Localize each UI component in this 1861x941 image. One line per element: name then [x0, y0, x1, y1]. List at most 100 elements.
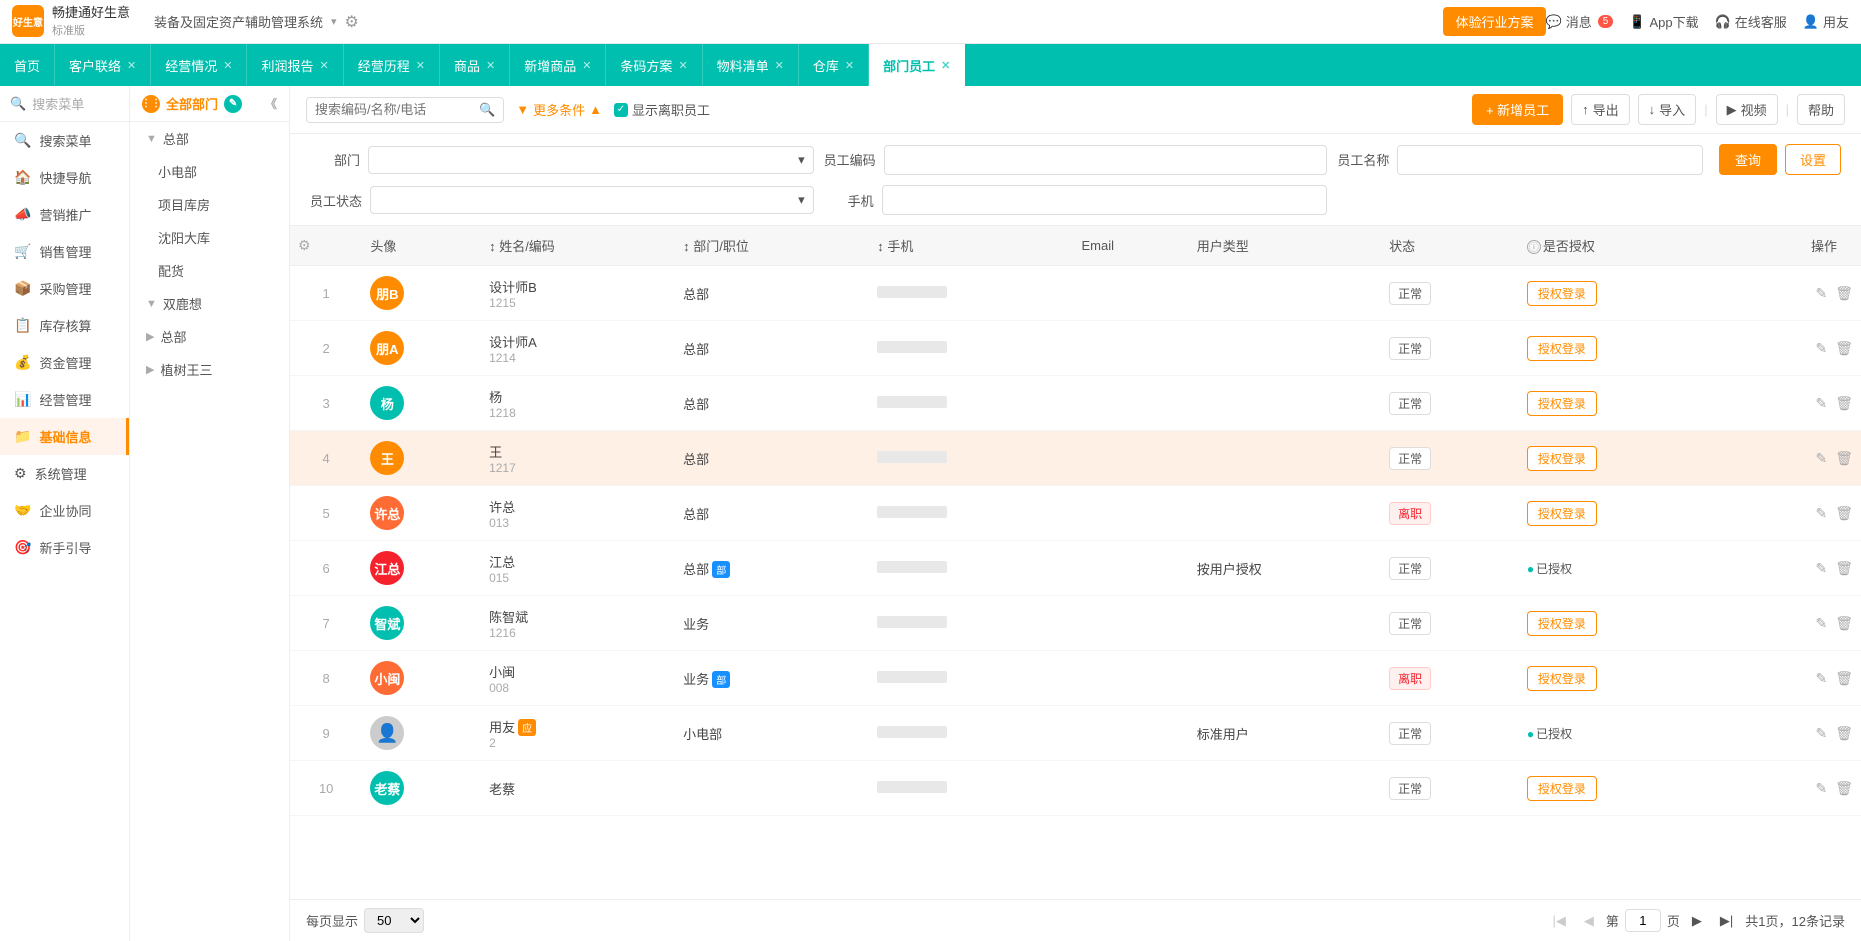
gear-button[interactable]: ⚙ — [345, 12, 359, 32]
dept-item[interactable]: 小电部 — [130, 155, 289, 188]
sidebar-item-system[interactable]: ⚙系统管理 — [0, 455, 129, 492]
edit-icon[interactable]: ✎ — [1815, 780, 1827, 797]
nav-tab-经营历程[interactable]: 经营历程✕ — [344, 44, 440, 86]
nav-tab-条码方案[interactable]: 条码方案✕ — [606, 44, 702, 86]
nav-tab-经营情况[interactable]: 经营情况✕ — [151, 44, 247, 86]
phone-input[interactable] — [882, 185, 1328, 215]
sidebar-item-quick-nav[interactable]: 🏠快捷导航 — [0, 159, 129, 196]
nav-tab-仓库[interactable]: 仓库✕ — [799, 44, 869, 86]
app-download-button[interactable]: 📱 App下载 — [1629, 12, 1698, 31]
delete-icon[interactable]: 🗑 — [1835, 450, 1853, 467]
help-button[interactable]: 帮助 — [1797, 94, 1845, 125]
last-page-btn[interactable]: ▶| — [1714, 911, 1739, 931]
dept-item[interactable]: ▼双鹿想 — [130, 287, 289, 320]
col-name-code[interactable]: ↕ 姓名/编码 — [481, 226, 675, 266]
close-tab-icon[interactable]: ✕ — [582, 59, 591, 72]
edit-icon[interactable]: ✎ — [1815, 285, 1827, 302]
edit-icon[interactable]: ✎ — [1815, 340, 1827, 357]
sidebar-item-purchase[interactable]: 📦采购管理 — [0, 270, 129, 307]
delete-icon[interactable]: 🗑 — [1835, 340, 1853, 357]
page-input[interactable] — [1625, 909, 1661, 932]
delete-icon[interactable]: 🗑 — [1835, 395, 1853, 412]
search-input[interactable] — [315, 102, 475, 117]
nav-tab-部门员工[interactable]: 部门员工✕ — [869, 44, 965, 86]
sidebar-item-operation[interactable]: 📊经营管理 — [0, 381, 129, 418]
close-tab-icon[interactable]: ✕ — [486, 59, 495, 72]
close-tab-icon[interactable]: ✕ — [775, 59, 784, 72]
auth-login-button[interactable]: 授权登录 — [1527, 281, 1597, 306]
close-tab-icon[interactable]: ✕ — [127, 59, 136, 72]
dept-item[interactable]: ▼总部 — [130, 122, 289, 155]
edit-icon[interactable]: ✎ — [1815, 560, 1827, 577]
empstatus-select[interactable]: ▾ — [370, 186, 814, 214]
sidebar-item-finance[interactable]: 💰资金管理 — [0, 344, 129, 381]
sidebar-item-guide[interactable]: 🎯新手引导 — [0, 529, 129, 566]
edit-icon[interactable]: ✎ — [1815, 450, 1827, 467]
close-tab-icon[interactable]: ✕ — [678, 59, 687, 72]
sidebar-item-enterprise[interactable]: 🤝企业协同 — [0, 492, 129, 529]
video-button[interactable]: ▶ 视频 — [1716, 94, 1778, 125]
auth-login-button[interactable]: 授权登录 — [1527, 501, 1597, 526]
sidebar-item-marketing[interactable]: 📣营销推广 — [0, 196, 129, 233]
delete-icon[interactable]: 🗑 — [1835, 285, 1853, 302]
nav-tab-利润报告[interactable]: 利润报告✕ — [247, 44, 343, 86]
sidebar-item-search-menu[interactable]: 🔍搜索菜单 — [0, 122, 129, 159]
dept-item[interactable]: ▶总部 — [130, 320, 289, 353]
nav-tab-物料清单[interactable]: 物料清单✕ — [703, 44, 799, 86]
auth-login-button[interactable]: 授权登录 — [1527, 391, 1597, 416]
edit-icon[interactable]: ✎ — [1815, 395, 1827, 412]
auth-login-button[interactable]: 授权登录 — [1527, 336, 1597, 361]
message-button[interactable]: 💬 消息 5 — [1546, 12, 1614, 31]
query-button[interactable]: 查询 — [1719, 144, 1777, 175]
delete-icon[interactable]: 🗑 — [1835, 560, 1853, 577]
import-button[interactable]: ↓ 导入 — [1638, 94, 1697, 125]
delete-icon[interactable]: 🗑 — [1835, 725, 1853, 742]
col-dept[interactable]: ↕ 部门/职位 — [675, 226, 869, 266]
empcode-input[interactable] — [884, 145, 1328, 175]
col-phone[interactable]: ↕ 手机 — [869, 226, 1073, 266]
export-button[interactable]: ↑ 导出 — [1571, 94, 1630, 125]
dept-item[interactable]: 沈阳大库 — [130, 221, 289, 254]
collapse-dept-icon[interactable]: 《 — [265, 95, 277, 112]
more-filter-button[interactable]: ▼ 更多条件 ▲ — [516, 100, 602, 119]
dept-item[interactable]: 配货 — [130, 254, 289, 287]
per-page-select[interactable]: 50 100 200 — [364, 908, 424, 933]
user-button[interactable]: 👤 用友 — [1803, 12, 1849, 31]
auth-login-button[interactable]: 授权登录 — [1527, 666, 1597, 691]
edit-dept-icon[interactable]: ✎ — [224, 95, 242, 113]
dept-item[interactable]: ▶植树王三 — [130, 353, 289, 386]
prev-page-btn[interactable]: ◀ — [1578, 911, 1600, 931]
next-page-btn[interactable]: ▶ — [1686, 911, 1708, 931]
sidebar-item-sales[interactable]: 🛒销售管理 — [0, 233, 129, 270]
delete-icon[interactable]: 🗑 — [1835, 670, 1853, 687]
first-page-btn[interactable]: |◀ — [1547, 911, 1572, 931]
sidebar-item-basic-info[interactable]: 📁基础信息 — [0, 418, 129, 455]
close-tab-icon[interactable]: ✕ — [223, 59, 232, 72]
close-tab-icon[interactable]: ✕ — [320, 59, 329, 72]
show-resigned-toggle[interactable]: ✓ 显示离职员工 — [614, 100, 710, 119]
auth-login-button[interactable]: 授权登录 — [1527, 611, 1597, 636]
delete-icon[interactable]: 🗑 — [1835, 615, 1853, 632]
trial-button[interactable]: 体验行业方案 — [1443, 7, 1545, 36]
dept-select[interactable]: ▾ — [368, 146, 814, 174]
edit-icon[interactable]: ✎ — [1815, 615, 1827, 632]
delete-icon[interactable]: 🗑 — [1835, 780, 1853, 797]
dept-item[interactable]: 项目库房 — [130, 188, 289, 221]
nav-tab-商品[interactable]: 商品✕ — [440, 44, 510, 86]
edit-icon[interactable]: ✎ — [1815, 670, 1827, 687]
empname-input[interactable] — [1397, 145, 1703, 175]
close-tab-icon[interactable]: ✕ — [941, 59, 950, 72]
nav-tab-首页[interactable]: 首页 — [0, 44, 55, 86]
col-gear[interactable]: ⚙ — [290, 226, 362, 266]
close-tab-icon[interactable]: ✕ — [416, 59, 425, 72]
set-button[interactable]: 设置 — [1785, 144, 1841, 175]
add-employee-button[interactable]: + 新增员工 — [1472, 94, 1563, 125]
nav-tab-客户联络[interactable]: 客户联络✕ — [55, 44, 151, 86]
online-service-button[interactable]: 🎧 在线客服 — [1715, 12, 1787, 31]
search-icon[interactable]: 🔍 — [479, 102, 495, 118]
auth-login-button[interactable]: 授权登录 — [1527, 776, 1597, 801]
edit-icon[interactable]: ✎ — [1815, 505, 1827, 522]
delete-icon[interactable]: 🗑 — [1835, 505, 1853, 522]
close-tab-icon[interactable]: ✕ — [845, 59, 854, 72]
sidebar-search[interactable]: 🔍搜索菜单 — [0, 86, 129, 122]
